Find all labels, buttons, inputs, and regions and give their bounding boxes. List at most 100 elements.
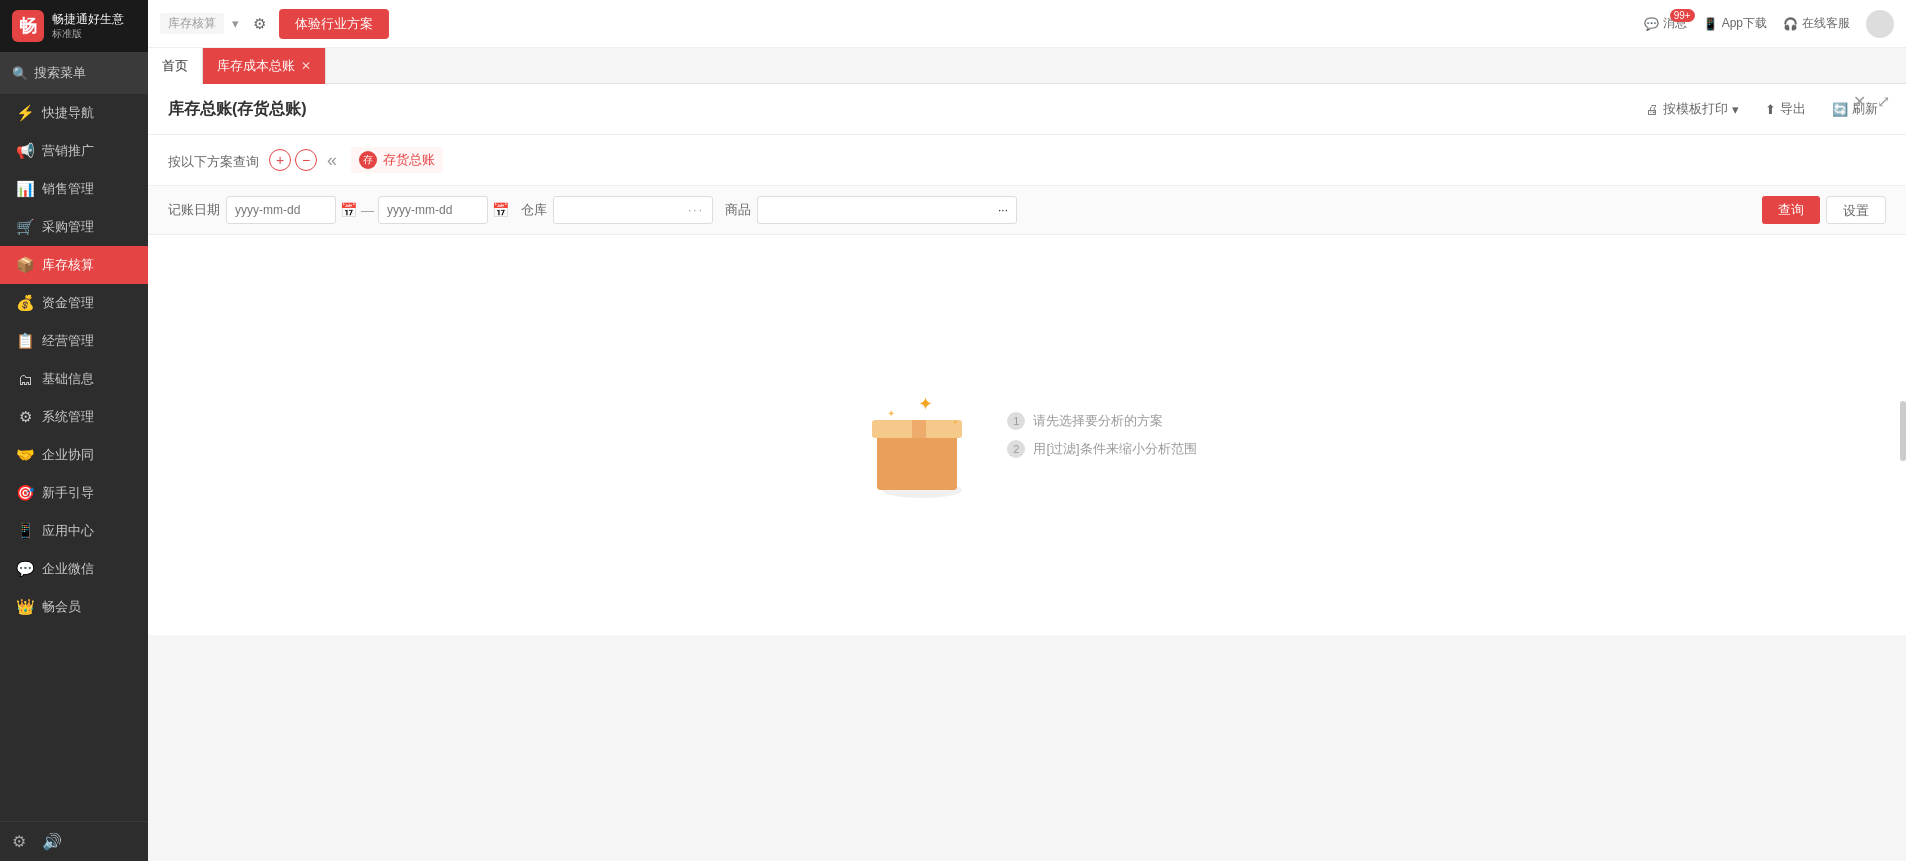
message-badge: 99+: [1670, 9, 1695, 22]
warehouse-label: 仓库: [521, 201, 547, 219]
marketing-icon: 📢: [16, 142, 34, 160]
tab-close-icon[interactable]: ✕: [301, 59, 311, 73]
empty-content: ✦ ✦ ✦ 1 请先选择要分析的方案 2 用[过滤]条: [857, 375, 1196, 495]
search-menu-btn[interactable]: 🔍 搜索菜单: [12, 60, 136, 86]
search-row-right: 查询 设置: [1762, 196, 1886, 224]
sidebar-item-label: 采购管理: [42, 218, 94, 236]
filter-collapse-btn[interactable]: «: [321, 149, 343, 171]
sidebar-item-label: 新手引导: [42, 484, 94, 502]
topbar-right: 💬 消息 99+ 📱 App下载 🎧 在线客服: [1644, 10, 1894, 38]
product-more-icon[interactable]: ···: [998, 203, 1008, 217]
topbar: 库存核算 ▾ ⚙ 体验行业方案 💬 消息 99+ 📱 App下载 🎧 在线客服: [148, 0, 1906, 48]
filter-remove-btn[interactable]: −: [295, 149, 317, 171]
app-download-btn[interactable]: 📱 App下载: [1703, 15, 1767, 32]
settings-bottom-btn[interactable]: ⚙: [12, 832, 26, 851]
app-download-label: App下载: [1722, 15, 1767, 32]
sidebar-search-area[interactable]: 🔍 搜索菜单: [0, 52, 148, 94]
sidebar-item-app-center[interactable]: 📱 应用中心: [0, 512, 148, 550]
filter-controls: + − « 存 存货总账: [269, 147, 1886, 173]
vip-icon: 👑: [16, 598, 34, 616]
export-btn[interactable]: ⬆ 导出: [1757, 96, 1814, 122]
date-field: 记账日期 📅 — 📅: [168, 196, 509, 224]
sidebar-item-label: 应用中心: [42, 522, 94, 540]
sidebar-item-label: 基础信息: [42, 370, 94, 388]
message-icon: 💬: [1644, 17, 1659, 31]
operations-icon: 📋: [16, 332, 34, 350]
enterprise-icon: 🤝: [16, 446, 34, 464]
purchase-icon: 🛒: [16, 218, 34, 236]
print-dropdown-icon[interactable]: ▾: [1732, 102, 1739, 117]
product-select[interactable]: ···: [757, 196, 1017, 224]
refresh-icon: 🔄: [1832, 102, 1848, 117]
system-icon: ⚙: [16, 408, 34, 426]
date-input-group: 📅 — 📅: [226, 196, 509, 224]
sidebar-item-label: 企业微信: [42, 560, 94, 578]
phone-icon: 📱: [1703, 17, 1718, 31]
svg-text:✦: ✦: [952, 418, 959, 427]
main-area: 库存核算 ▾ ⚙ 体验行业方案 💬 消息 99+ 📱 App下载 🎧 在线客服: [148, 0, 1906, 861]
svg-text:✦: ✦: [887, 408, 895, 419]
header-actions: 🖨 按模板打印 ▾ ⬆ 导出 🔄 刷新: [1638, 96, 1886, 122]
scheme-label: 存货总账: [383, 151, 435, 169]
tab-inventory-cost-label: 库存成本总账: [217, 57, 295, 75]
panel-expand-btn[interactable]: ⤢: [1877, 92, 1890, 111]
app-center-icon: 📱: [16, 522, 34, 540]
trial-industry-btn[interactable]: 体验行业方案: [279, 9, 389, 39]
messages-btn[interactable]: 💬 消息 99+: [1644, 15, 1687, 32]
logo-text-group: 畅捷通好生意 标准版: [52, 11, 124, 42]
sidebar-item-finance[interactable]: 💰 资金管理: [0, 284, 148, 322]
print-template-btn[interactable]: 🖨 按模板打印 ▾: [1638, 96, 1747, 122]
tip-num-2: 2: [1007, 440, 1025, 458]
breadcrumb: 库存核算: [160, 13, 224, 34]
date-to-input[interactable]: [378, 196, 488, 224]
query-btn[interactable]: 查询: [1762, 196, 1820, 224]
topbar-gear-btn[interactable]: ⚙: [245, 10, 273, 38]
page-content: 库存总账(存货总账) 🖨 按模板打印 ▾ ⬆ 导出 🔄 刷新: [148, 84, 1906, 861]
sidebar-item-vip[interactable]: 👑 畅会员: [0, 588, 148, 626]
page-header: 库存总账(存货总账) 🖨 按模板打印 ▾ ⬆ 导出 🔄 刷新: [148, 84, 1906, 135]
sidebar-item-quick-nav[interactable]: ⚡ 快捷导航: [0, 94, 148, 132]
warehouse-more-icon[interactable]: ···: [688, 203, 704, 217]
sidebar-bottom: ⚙ 🔊: [0, 821, 148, 861]
right-edge-resize[interactable]: [1900, 401, 1906, 461]
date-from-input[interactable]: [226, 196, 336, 224]
online-service-btn[interactable]: 🎧 在线客服: [1783, 15, 1850, 32]
empty-illustration: ✦ ✦ ✦: [857, 375, 977, 495]
calendar-to-icon[interactable]: 📅: [492, 202, 509, 218]
export-label: 导出: [1780, 100, 1806, 118]
sidebar-item-marketing[interactable]: 📢 营销推广: [0, 132, 148, 170]
sidebar-item-basics[interactable]: 🗂 基础信息: [0, 360, 148, 398]
sidebar-item-enterprise-wechat[interactable]: 💬 企业微信: [0, 550, 148, 588]
sidebar-item-purchase[interactable]: 🛒 采购管理: [0, 208, 148, 246]
svg-text:✦: ✦: [918, 394, 933, 414]
filter-scheme-item[interactable]: 存 存货总账: [351, 147, 443, 173]
sidebar-item-operations[interactable]: 📋 经营管理: [0, 322, 148, 360]
sidebar-item-sales[interactable]: 📊 销售管理: [0, 170, 148, 208]
inventory-icon: 📦: [16, 256, 34, 274]
export-icon: ⬆: [1765, 102, 1776, 117]
sidebar-item-label: 快捷导航: [42, 104, 94, 122]
sidebar-item-label: 资金管理: [42, 294, 94, 312]
sidebar-item-enterprise[interactable]: 🤝 企业协同: [0, 436, 148, 474]
warehouse-select[interactable]: ···: [553, 196, 713, 224]
user-avatar[interactable]: [1866, 10, 1894, 38]
audio-bottom-btn[interactable]: 🔊: [42, 832, 62, 851]
search-row: 记账日期 📅 — 📅 仓库 ···: [148, 186, 1906, 235]
topbar-left: 库存核算 ▾ ⚙ 体验行业方案: [160, 9, 1636, 39]
breadcrumb-dropdown-icon[interactable]: ▾: [232, 16, 239, 31]
tip-num-1: 1: [1007, 412, 1025, 430]
calendar-from-icon[interactable]: 📅: [340, 202, 357, 218]
sidebar-item-newbie[interactable]: 🎯 新手引导: [0, 474, 148, 512]
filter-add-btn[interactable]: +: [269, 149, 291, 171]
tip-text-1: 请先选择要分析的方案: [1033, 412, 1163, 430]
sidebar-item-inventory[interactable]: 📦 库存核算: [0, 246, 148, 284]
tab-home[interactable]: 首页: [148, 48, 203, 84]
print-template-label: 按模板打印: [1663, 100, 1728, 118]
printer-icon: 🖨: [1646, 102, 1659, 117]
product-field: 商品 ···: [725, 196, 1017, 224]
panel-close-btn[interactable]: ✕: [1853, 92, 1866, 111]
sidebar-item-system[interactable]: ⚙ 系统管理: [0, 398, 148, 436]
empty-state: ✦ ✦ ✦ 1 请先选择要分析的方案 2 用[过滤]条: [148, 235, 1906, 635]
tab-inventory-cost[interactable]: 库存成本总账 ✕: [203, 48, 326, 84]
settings-btn[interactable]: 设置: [1826, 196, 1886, 224]
